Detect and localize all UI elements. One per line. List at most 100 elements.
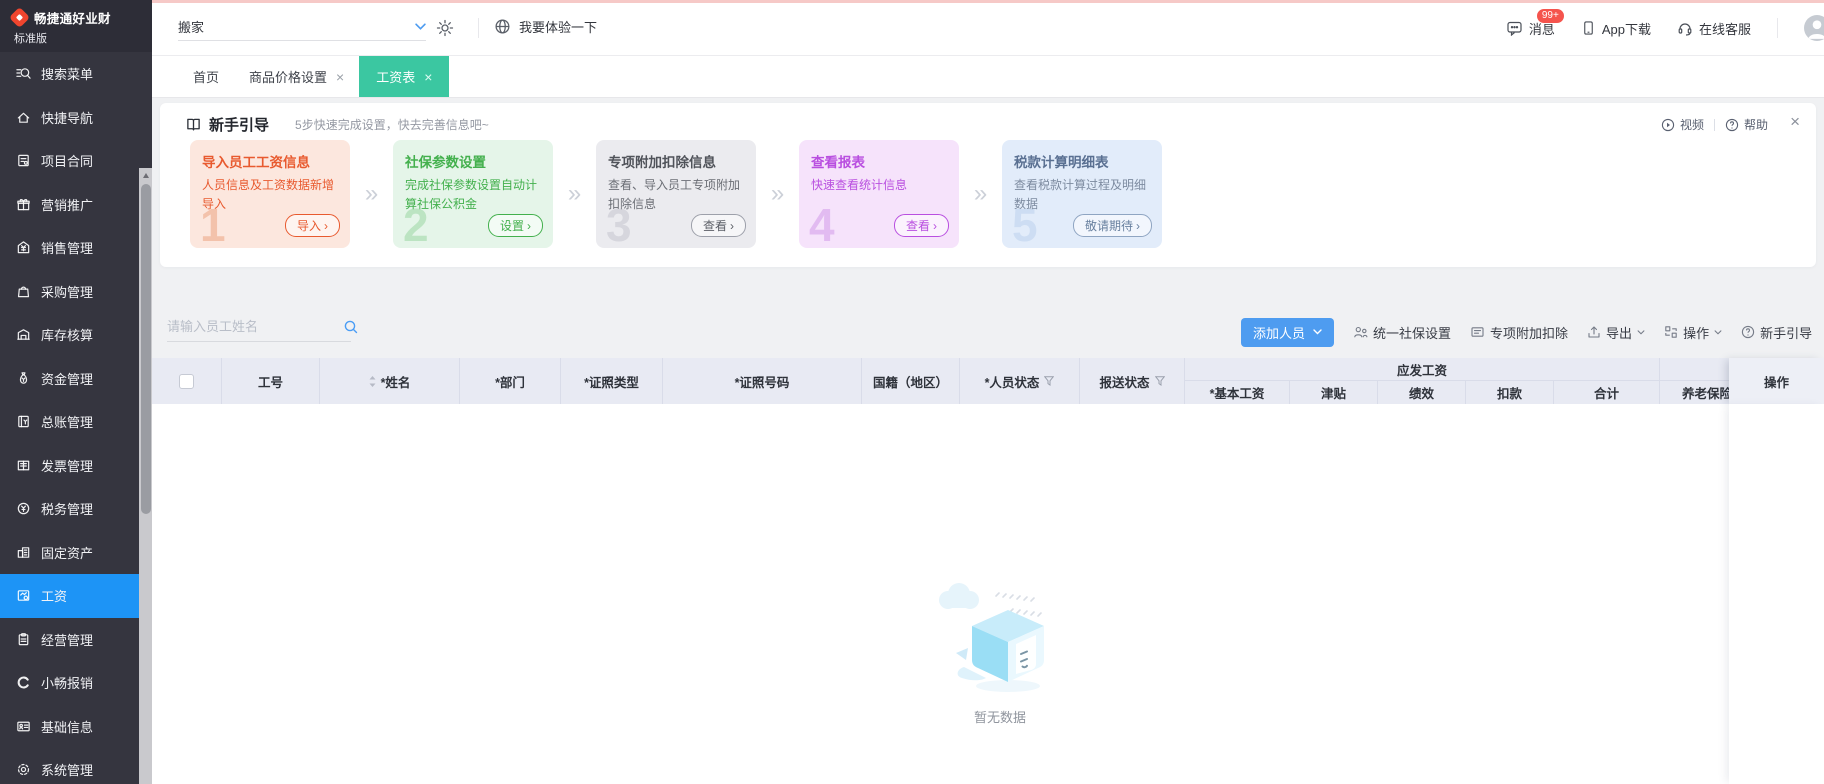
operations-button[interactable]: 操作 (1664, 323, 1722, 342)
sidebar-item-sales[interactable]: 销售管理 (0, 226, 139, 270)
question-circle-icon (1741, 325, 1755, 339)
experience-button[interactable]: 我要体验一下 (494, 17, 597, 36)
sales-icon (16, 240, 31, 255)
topbar-divider (1777, 18, 1778, 38)
contract-icon (16, 153, 31, 168)
unify-social-button[interactable]: 统一社保设置 (1353, 323, 1451, 342)
help-link[interactable]: 帮助 (1725, 116, 1768, 133)
export-icon (1587, 325, 1601, 339)
sidebar-scrollbar[interactable] (139, 168, 152, 784)
salary-card-icon (16, 588, 31, 603)
col-deduction: 扣款 (1466, 381, 1554, 404)
arrow-icon: › (730, 218, 734, 233)
table-header: 工号 *姓名 *部门 *证照类型 *证照号码 国籍（地区） *人员状态 报送状态… (152, 358, 1760, 404)
messages-button[interactable]: 消息 99+ (1506, 7, 1565, 38)
empty-state: 暂无数据 (920, 553, 1080, 726)
step-action-button[interactable]: 设置 › (487, 214, 543, 237)
sidebar-item-invoice[interactable]: 发票管理 (0, 444, 139, 488)
select-all-cell (152, 358, 222, 404)
video-link[interactable]: 视频 (1661, 116, 1704, 133)
account-selector[interactable]: 搬家 (178, 12, 426, 41)
chevron-down-icon (1714, 329, 1722, 335)
step-action-button[interactable]: 查看 › (893, 214, 949, 237)
account-name: 搬家 (178, 19, 205, 35)
guide-step-tax-detail[interactable]: 税款计算明细表 查看税款计算过程及明细数据 5 敬请期待 › (1002, 140, 1162, 248)
filter-icon[interactable] (1154, 376, 1165, 386)
col-id-number: *证照号码 (663, 358, 862, 404)
scrollbar-thumb[interactable] (140, 184, 151, 514)
sidebar-item-inventory[interactable]: 库存核算 (0, 313, 139, 357)
search-icon[interactable] (343, 319, 359, 335)
col-operations: 操作 (1729, 358, 1824, 404)
guide-links: 视频 帮助 (1661, 116, 1768, 133)
buildings-icon (16, 545, 31, 560)
search-icon (16, 66, 31, 81)
message-bubble-icon (1506, 20, 1523, 36)
sidebar-item-quick-nav[interactable]: 快捷导航 (0, 96, 139, 140)
tab-bar: 首页 商品价格设置 × 工资表 × (152, 56, 1824, 98)
sidebar-item-purchase[interactable]: 采购管理 (0, 270, 139, 314)
sidebar-item-marketing[interactable]: 营销推广 (0, 183, 139, 227)
guide-header: 新手引导 5步快速完成设置，快去完善信息吧~ (186, 114, 489, 135)
employee-search-input[interactable] (167, 319, 343, 334)
sidebar-item-funds[interactable]: 资金管理 (0, 357, 139, 401)
sidebar-item-search-menu[interactable]: 搜索菜单 (0, 52, 139, 96)
guide-close-icon[interactable]: × (1790, 112, 1800, 132)
guide-step-import-salary[interactable]: 导入员工工资信息 人员信息及工资数据新增导入 1 导入 › (190, 140, 350, 248)
newbie-guide-button[interactable]: 新手引导 (1741, 323, 1812, 342)
arrow-icon: › (324, 218, 328, 233)
close-icon[interactable]: × (424, 70, 432, 84)
book-icon (186, 117, 201, 132)
sidebar-item-base-info[interactable]: 基础信息 (0, 705, 139, 749)
col-employee-id: 工号 (222, 358, 320, 404)
export-button[interactable]: 导出 (1587, 323, 1645, 342)
app-download-button[interactable]: App下载 (1581, 19, 1651, 38)
sidebar-item-tax[interactable]: 税务管理 (0, 487, 139, 531)
step-action-button[interactable]: 导入 › (284, 214, 340, 237)
guide-step-social-params[interactable]: 社保参数设置 完成社保参数设置自动计算社保公积金 2 设置 › (393, 140, 553, 248)
guide-subtitle: 5步快速完成设置，快去完善信息吧~ (295, 118, 489, 132)
scrollbar-up-arrow-icon[interactable] (139, 168, 152, 182)
brand-logo-icon (8, 6, 31, 29)
online-service-button[interactable]: 在线客服 (1677, 19, 1751, 38)
gear-dashed-icon (16, 762, 31, 777)
clipboard-icon (16, 632, 31, 647)
sidebar-item-reimburse[interactable]: 小畅报销 (0, 661, 139, 705)
gift-icon (16, 197, 31, 212)
filter-icon[interactable] (1044, 376, 1055, 386)
sidebar-item-fixed-assets[interactable]: 固定资产 (0, 531, 139, 575)
chevron-down-icon (415, 22, 426, 30)
main-content: 新手引导 5步快速完成设置，快去完善信息吧~ 视频 帮助 × 导入员工工资信息 … (152, 98, 1824, 784)
col-group-gross-salary: 应发工资 *基本工资 津贴 绩效 扣款 合计 (1185, 358, 1660, 404)
sidebar-item-business-mgmt[interactable]: 经营管理 (0, 618, 139, 662)
guide-step-view-reports[interactable]: 查看报表 快速查看统计信息 4 查看 › (799, 140, 959, 248)
table-actions: 添加人员 统一社保设置 专项附加扣除 导出 操作 新手引导 (1241, 317, 1824, 347)
step-action-button[interactable]: 敬请期待 › (1072, 214, 1152, 237)
close-icon[interactable]: × (336, 70, 344, 84)
sidebar-item-general-ledger[interactable]: 总账管理 (0, 400, 139, 444)
tab-salary-sheet[interactable]: 工资表 × (359, 56, 450, 97)
sidebar: 畅捷通好业财 标准版 搜索菜单 快捷导航 项目合同 营销推广 销售管理 采购管理… (0, 0, 152, 784)
sort-icon[interactable] (369, 375, 376, 387)
special-deduction-button[interactable]: 专项附加扣除 (1470, 323, 1568, 342)
sidebar-item-system[interactable]: 系统管理 (0, 748, 139, 784)
tab-product-price-settings[interactable]: 商品价格设置 × (234, 56, 359, 97)
sidebar-menu: 搜索菜单 快捷导航 项目合同 营销推广 销售管理 采购管理 库存核算 资金管理 … (0, 52, 139, 784)
user-avatar[interactable] (1804, 15, 1824, 41)
warehouse-icon (16, 327, 31, 342)
home-icon (16, 110, 31, 125)
sidebar-item-salary[interactable]: 工资 (0, 574, 139, 618)
sidebar-item-project-contract[interactable]: 项目合同 (0, 139, 139, 183)
col-base-salary: *基本工资 (1185, 381, 1290, 404)
ledger-book-icon (16, 414, 31, 429)
guide-title: 新手引导 (209, 117, 270, 134)
step-action-button[interactable]: 查看 › (690, 214, 746, 237)
gear-icon[interactable] (436, 19, 454, 37)
select-all-checkbox[interactable] (179, 373, 194, 389)
add-person-button[interactable]: 添加人员 (1241, 317, 1335, 347)
brand-edition: 标准版 (14, 33, 47, 45)
col-total: 合计 (1554, 381, 1660, 404)
tab-home[interactable]: 首页 (178, 56, 234, 97)
guide-step-special-deduction[interactable]: 专项附加扣除信息 查看、导入员工专项附加扣除信息 3 查看 › (596, 140, 756, 248)
app-root: 畅捷通好业财 标准版 搜索菜单 快捷导航 项目合同 营销推广 销售管理 采购管理… (0, 0, 1824, 784)
